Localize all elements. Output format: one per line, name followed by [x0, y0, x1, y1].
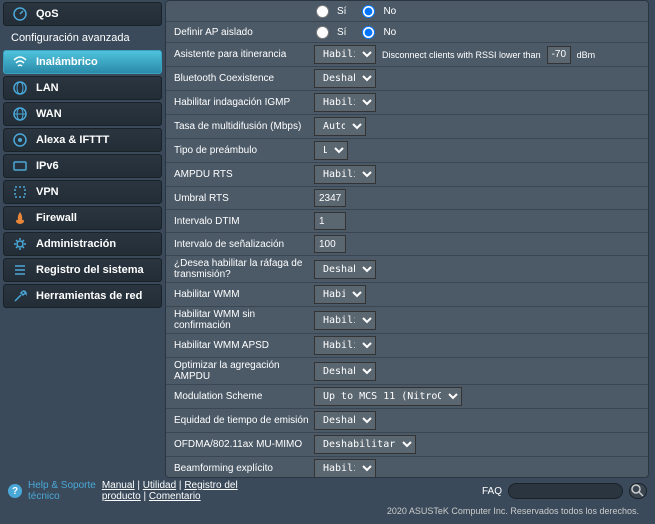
search-button[interactable] [629, 483, 647, 499]
wmm-noack-select[interactable]: Habilitar [314, 311, 376, 330]
setting-label: OFDMA/802.11ax MU-MIMO [174, 439, 314, 450]
wmm-apsd-select[interactable]: Habilitar [314, 336, 376, 355]
nav-firewall[interactable]: Firewall [3, 206, 162, 230]
setting-label: Intervalo de señalización [174, 239, 314, 250]
nav-label: IPv6 [36, 160, 59, 172]
setting-label: AMPDU RTS [174, 169, 314, 180]
wrench-icon [12, 288, 28, 304]
nav-label: WAN [36, 108, 62, 120]
preamble-select[interactable]: Largo [314, 141, 348, 160]
dtim-input[interactable] [314, 212, 346, 230]
help-text: Help & Soportetécnico [28, 480, 96, 502]
nav-lan[interactable]: LAN [3, 76, 162, 100]
globe-icon [12, 106, 28, 122]
wifi-icon [12, 54, 28, 70]
link-utility[interactable]: Utilidad [143, 480, 176, 491]
airtime-select[interactable]: Deshabilitar [314, 411, 376, 430]
footer: ? Help & Soportetécnico Manual | Utilida… [0, 478, 655, 524]
nav-label: Alexa & IFTTT [36, 134, 109, 146]
flame-icon [12, 210, 28, 226]
burst-select[interactable]: Deshabilitar [314, 260, 376, 279]
rssi-input[interactable] [547, 46, 571, 64]
settings-panel: xSíNo Definir AP aisladoSíNo Asistente p… [165, 0, 649, 478]
gauge-icon [12, 6, 28, 22]
nav-label: LAN [36, 82, 59, 94]
nav-label: Registro del sistema [36, 264, 144, 276]
dbm-label: dBm [577, 50, 596, 60]
wmm-select[interactable]: Habilitar [314, 285, 366, 304]
nav-wireless[interactable]: Inalámbrico [3, 50, 162, 74]
radio-no[interactable] [362, 26, 375, 39]
setting-label: Optimizar la agregación AMPDU [174, 360, 314, 382]
nav-label: Administración [36, 238, 116, 250]
mod-select[interactable]: Up to MCS 11 (NitroQAM/1024-QAM) [314, 387, 462, 406]
setting-label: Tasa de multidifusión (Mbps) [174, 121, 314, 132]
igmp-select[interactable]: Habilitar [314, 93, 376, 112]
sidebar-heading: Configuración avanzada [3, 28, 162, 48]
nav-label: QoS [36, 8, 59, 20]
rate-select[interactable]: Automático [314, 117, 366, 136]
setting-label: Intervalo DTIM [174, 216, 314, 227]
radio-yes[interactable] [316, 26, 329, 39]
nav-wan[interactable]: WAN [3, 102, 162, 126]
faq-label: FAQ [482, 486, 502, 497]
nav-label: Herramientas de red [36, 290, 142, 302]
nav-ipv6[interactable]: IPv6 [3, 154, 162, 178]
nav-label: VPN [36, 186, 59, 198]
radio-no[interactable] [362, 5, 375, 18]
setting-label: Habilitar WMM APSD [174, 340, 314, 351]
setting-label: Habilitar indagación IGMP [174, 97, 314, 108]
setting-label: Habilitar WMM sin confirmación [174, 309, 314, 331]
roaming-select[interactable]: Habilitar [314, 45, 376, 64]
nav-tools[interactable]: Herramientas de red [3, 284, 162, 308]
setting-label: Umbral RTS [174, 193, 314, 204]
beacon-input[interactable] [314, 235, 346, 253]
setting-label: Modulation Scheme [174, 391, 314, 402]
nav-qos[interactable]: QoS [3, 2, 162, 26]
sidebar: QoS Configuración avanzada Inalámbrico L… [0, 0, 165, 524]
nav-label: Inalámbrico [36, 56, 98, 68]
nav-log[interactable]: Registro del sistema [3, 258, 162, 282]
setting-label: Equidad de tiempo de emisión [174, 415, 314, 426]
setting-label: Bluetooth Coexistence [174, 73, 314, 84]
nav-admin[interactable]: Administración [3, 232, 162, 256]
setting-label: ¿Desea habilitar la ráfaga de transmisió… [174, 258, 314, 280]
setting-label: Definir AP aislado [174, 27, 314, 38]
beam-select[interactable]: Habilitar [314, 459, 376, 478]
setting-label: Habilitar WMM [174, 289, 314, 300]
nav-alexa[interactable]: Alexa & IFTTT [3, 128, 162, 152]
help-icon[interactable]: ? [8, 484, 22, 498]
link-manual[interactable]: Manual [102, 480, 135, 491]
link-register[interactable]: Registro del [184, 480, 237, 491]
nav-vpn[interactable]: VPN [3, 180, 162, 204]
gear-icon [12, 236, 28, 252]
voice-icon [12, 132, 28, 148]
list-icon [12, 262, 28, 278]
vpn-icon [12, 184, 28, 200]
nav-label: Firewall [36, 212, 77, 224]
faq-search-input[interactable] [508, 483, 623, 499]
ampdu-select[interactable]: Habilitar [314, 165, 376, 184]
ipv6-icon [12, 158, 28, 174]
rts-input[interactable] [314, 189, 346, 207]
agg-select[interactable]: Deshabilitar [314, 362, 376, 381]
setting-label: Beamforming explícito [174, 463, 314, 474]
link-feedback[interactable]: Comentario [149, 491, 201, 502]
footer-links: Manual | Utilidad | Registro delproducto… [102, 480, 238, 502]
copyright-text: 2020 ASUSTeK Computer Inc. Reservados to… [8, 502, 647, 516]
link-product[interactable]: producto [102, 491, 141, 502]
rssi-text: Disconnect clients with RSSI lower than [382, 50, 541, 60]
setting-label: Asistente para itinerancia [174, 49, 314, 60]
lan-icon [12, 80, 28, 96]
bt-select[interactable]: Deshabilitar [314, 69, 376, 88]
setting-label: Tipo de preámbulo [174, 145, 314, 156]
ofdma-select[interactable]: Deshabilitar [314, 435, 416, 454]
radio-yes[interactable] [316, 5, 329, 18]
